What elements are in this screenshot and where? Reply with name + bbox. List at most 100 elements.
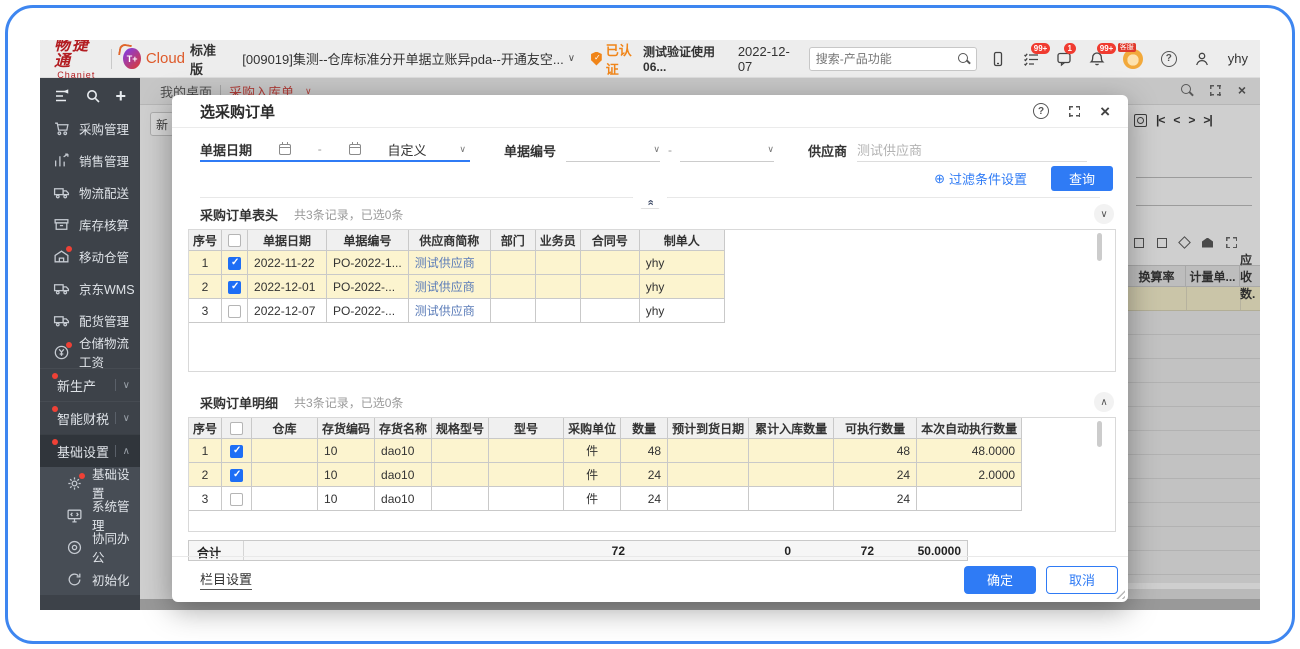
col-model: 型号 [489,418,564,439]
cell-item-code: 10 [318,463,375,487]
select-all-checkbox[interactable] [228,234,241,247]
row-checkbox[interactable] [230,445,243,458]
order-detail-row[interactable]: 3 10 dao10 件 24 24 [189,487,1022,511]
notifications-bell-icon[interactable]: 99+ [1088,50,1106,68]
cell-received-qty [749,487,834,511]
cell-spec [432,439,489,463]
cell-salesman [535,275,580,299]
help-icon[interactable]: ? [1160,50,1178,68]
sidebar-item-label: 移动仓管 [79,247,129,266]
col-doc-no: 单据编号 [327,230,409,251]
cell-qty: 24 [621,463,668,487]
mobile-app-icon[interactable] [989,50,1007,68]
doc-date-range-picker[interactable]: 单据日期 - 自定义 ∨ [200,138,470,162]
cart-icon [53,120,70,137]
tasks-icon[interactable]: 99+ [1022,50,1040,68]
account-selector[interactable]: [009019]集测--仓库标准分开单据立账异pda--开通友空... [242,49,563,68]
sidebar-group-finance-tax[interactable]: 智能财税 ∨ [40,401,140,434]
sidebar-item-logistics[interactable]: 物流配送 [40,176,140,208]
cell-item-name: dao10 [375,463,432,487]
chevron-up-icon[interactable]: ∧ [123,446,130,457]
select-all-checkbox[interactable] [230,422,243,435]
username[interactable]: yhy [1228,51,1248,66]
dialog-maximize-icon[interactable] [1069,106,1080,117]
chevron-down-icon[interactable]: ∨ [123,413,130,424]
section-record-count: 共3条记录，已选0条 [294,206,403,223]
row-checkbox[interactable] [230,493,243,506]
support-mascot-icon[interactable]: 客服 [1121,48,1145,70]
cell-creator: yhy [639,251,724,275]
sidebar-item-label: 京东WMS [79,279,135,298]
add-icon[interactable]: + [115,89,126,103]
sidebar-item-system-admin[interactable]: 系统管理 [40,499,140,531]
cell-select [222,463,252,487]
cell-executable-qty: 48 [834,439,917,463]
yen-coin-icon [53,344,70,361]
sidebar-item-label: 初始化 [92,570,130,589]
sidebar-item-label: 协同办公 [92,528,140,566]
sidebar-item-warehouse-payroll[interactable]: 仓储物流工资 [40,336,140,368]
query-button[interactable]: 查询 [1051,166,1113,191]
sidebar-item-mobile-warehouse[interactable]: 移动仓管 [40,240,140,272]
sidebar-group-production[interactable]: 新生产 ∨ [40,368,140,401]
vertical-scrollbar[interactable] [1097,421,1102,447]
cell-supplier: 测试供应商 [408,275,490,299]
doc-no-to-select[interactable]: ∨ [680,138,774,162]
product-search[interactable] [809,47,977,71]
sidebar-item-basic-settings[interactable]: 基础设置 [40,467,140,499]
order-header-row[interactable]: 1 2022-11-22 PO-2022-1... 测试供应商 yhy [189,251,725,275]
order-header-row[interactable]: 2 2022-12-01 PO-2022-... 测试供应商 yhy [189,275,725,299]
filter-settings-link[interactable]: ⊕ 过滤条件设置 [934,169,1027,188]
cell-warehouse [252,487,318,511]
cell-model [489,487,564,511]
sidebar-item-collaboration[interactable]: 协同办公 [40,531,140,563]
menu-collapse-icon[interactable] [54,88,70,104]
row-checkbox[interactable] [228,305,241,318]
user-icon[interactable] [1193,50,1211,68]
col-supplier: 供应商简称 [408,230,490,251]
order-detail-row[interactable]: 1 10 dao10 件 48 48 48.0000 [189,439,1022,463]
messages-icon[interactable]: 1 [1055,50,1073,68]
cell-auto-qty [917,487,1022,511]
sidebar-search-icon[interactable] [85,88,101,104]
section-collapse-icon[interactable]: ∨ [1094,204,1114,224]
cell-contract [580,299,639,323]
red-dot-badge [66,342,72,348]
order-header-row[interactable]: 3 2022-12-07 PO-2022-... 测试供应商 yhy [189,299,725,323]
vertical-scrollbar[interactable] [1097,233,1102,261]
row-checkbox[interactable] [228,281,241,294]
sidebar-item-jd-wms[interactable]: 京东WMS [40,272,140,304]
search-icon[interactable] [958,53,970,65]
chevron-down-icon[interactable]: ∨ [568,53,575,64]
sidebar-group-basic-settings[interactable]: 基础设置 ∧ [40,434,140,467]
date-preset-select[interactable]: 自定义 [388,140,427,159]
order-detail-row[interactable]: 2 10 dao10 件 24 24 2.0000 [189,463,1022,487]
sidebar-item-sales[interactable]: 销售管理 [40,144,140,176]
calendar-icon[interactable] [349,144,361,155]
sidebar-item-label: 物流配送 [79,183,129,202]
column-settings-link[interactable]: 栏目设置 [200,569,252,590]
chevron-down-icon[interactable]: ∨ [459,144,466,155]
product-search-input[interactable] [816,52,958,66]
cell-select [222,275,248,299]
dialog-help-icon[interactable]: ? [1033,103,1049,119]
supplier-filter: 供应商 测试供应商 [808,138,1087,162]
section-collapse-icon[interactable]: ∧ [1094,392,1114,412]
dialog-close-icon[interactable]: × [1100,106,1110,117]
cancel-button[interactable]: 取消 [1046,566,1118,594]
row-checkbox[interactable] [230,469,243,482]
confirm-button[interactable]: 确定 [964,566,1036,594]
sidebar-item-inventory[interactable]: 库存核算 [40,208,140,240]
cell-seq: 3 [189,299,222,323]
cell-item-code: 10 [318,487,375,511]
row-checkbox[interactable] [228,257,241,270]
sidebar-item-purchase[interactable]: 采购管理 [40,112,140,144]
doc-no-from-select[interactable]: ∨ [566,138,660,162]
sidebar-item-distribution[interactable]: 配货管理 [40,304,140,336]
sidebar-item-initialization[interactable]: 初始化 [40,563,140,595]
col-auto-qty: 本次自动执行数量 [917,418,1022,439]
chevron-down-icon[interactable]: ∨ [123,380,130,391]
calendar-icon[interactable] [279,144,291,155]
cell-executable-qty: 24 [834,463,917,487]
supplier-input[interactable]: 测试供应商 [857,138,1087,162]
